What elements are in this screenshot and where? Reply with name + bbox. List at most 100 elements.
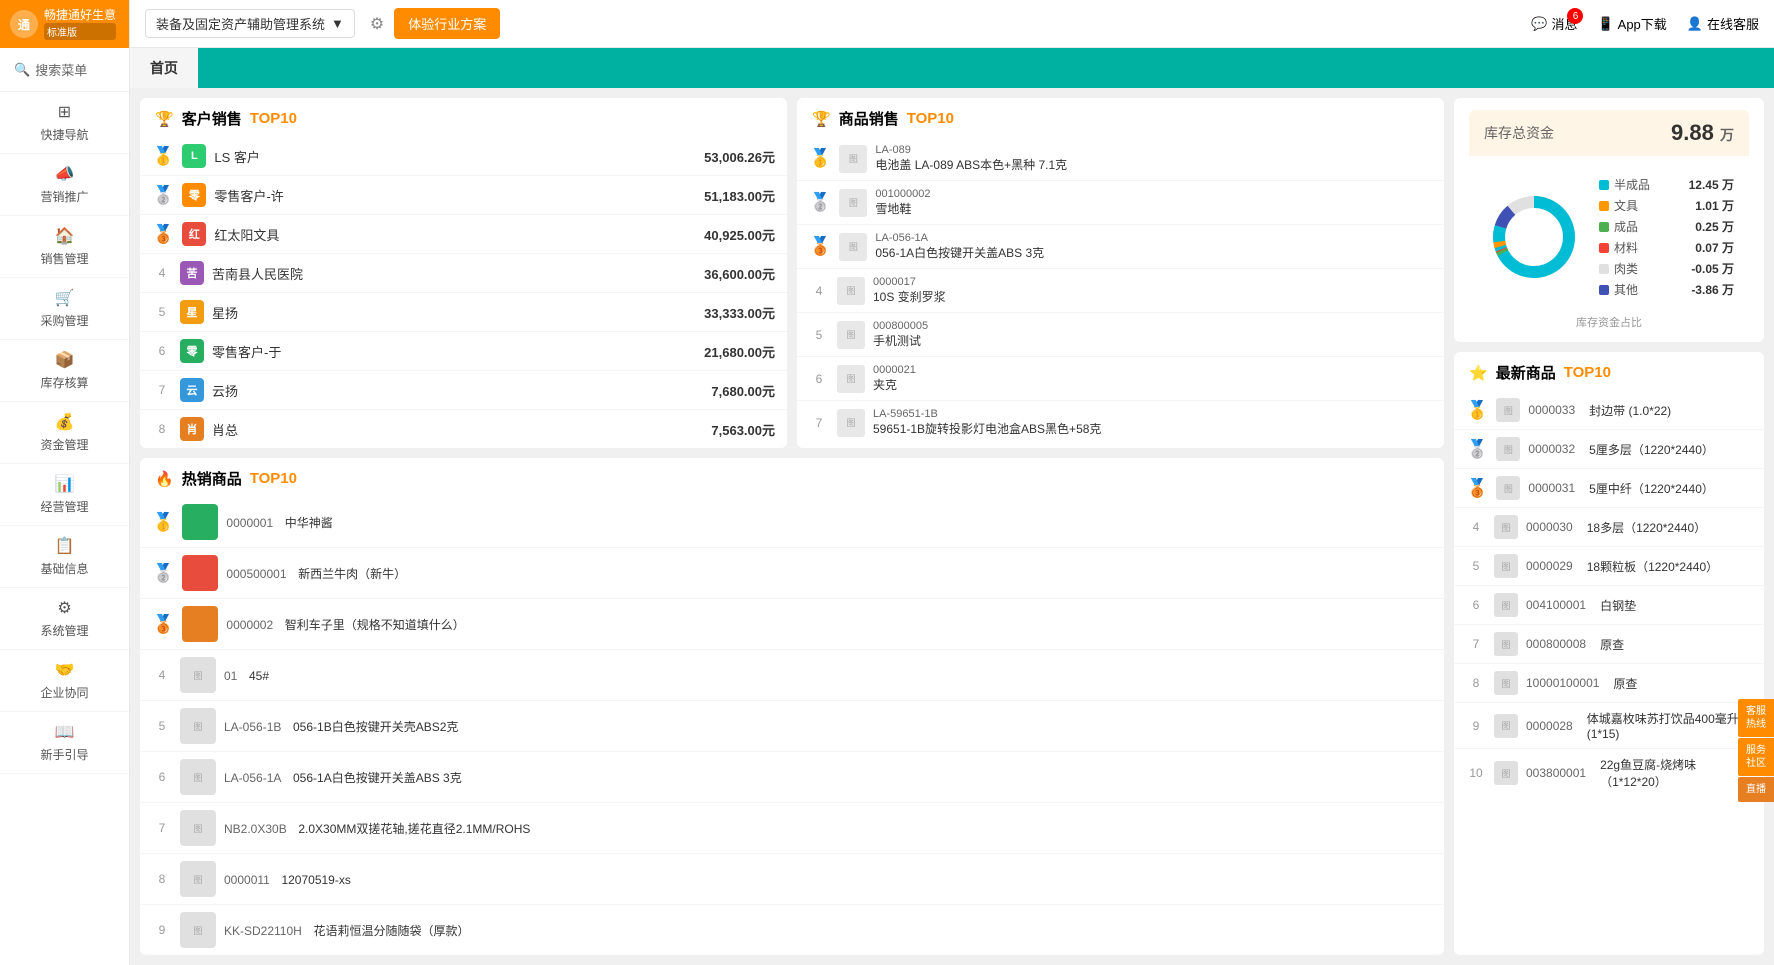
- medal-bronze-icon: 🥉: [809, 236, 831, 257]
- customer-amount: 21,680.00元: [704, 342, 775, 361]
- customer-avatar: 肖: [180, 417, 204, 441]
- customer-ranking-table: 🥇 L LS 客户 53,006.26元 🥈 零 零售客户-许 51,183.0…: [140, 137, 787, 448]
- sidebar-item-basic-info[interactable]: 📋 基础信息: [0, 526, 129, 588]
- rank-number: 8: [152, 872, 172, 886]
- customer-amount: 7,563.00元: [711, 420, 775, 439]
- customer-avatar: 星: [180, 300, 204, 324]
- sidebar-item-sales[interactable]: 🏠 销售管理: [0, 216, 129, 278]
- newest-product-name: 白钢垫: [1600, 597, 1752, 614]
- product-image-placeholder: 图: [180, 759, 216, 795]
- newest-product-row: 🥉 图 0000031 5厘中纤（1220*2440）: [1454, 469, 1764, 508]
- customer-ranking-row: 6 零 零售客户-于 21,680.00元: [140, 332, 787, 371]
- sidebar-item-quick-nav[interactable]: ⊞ 快捷导航: [0, 92, 129, 154]
- product-code: LA-056-1A: [875, 232, 1432, 244]
- product-image-placeholder: 图: [837, 409, 865, 437]
- legend-label: 文具: [1614, 197, 1690, 214]
- inventory-legend: 半成品 12.45 万 文具 1.01 万 成品 0.25 万 材料 0.07 …: [1599, 176, 1734, 298]
- product-sales-row: 🥈 图 001000002 雪地鞋: [797, 181, 1444, 225]
- rank-number: 6: [1466, 598, 1486, 612]
- newest-product-image: 图: [1494, 593, 1518, 617]
- rank-number: 9: [152, 923, 172, 937]
- system-selector[interactable]: 装备及固定资产辅助管理系统 ▼: [145, 9, 355, 38]
- float-service-btn-2[interactable]: 直播: [1738, 777, 1774, 802]
- customer-amount: 33,333.00元: [704, 303, 775, 322]
- legend-color-dot: [1599, 285, 1609, 295]
- product-thumbnail: [182, 606, 218, 642]
- hot-product-info: LA-056-1B 056-1B白色按键开关壳ABS2克: [224, 718, 1432, 735]
- message-action[interactable]: 💬 消息 6: [1531, 14, 1577, 33]
- customer-ranking-row: 🥉 红 红太阳文具 40,925.00元: [140, 215, 787, 254]
- inventory-icon: 📦: [55, 350, 75, 370]
- content-right: 库存总资金 9.88 万: [1454, 98, 1764, 955]
- hot-icon: 🔥: [155, 470, 174, 488]
- app-download-action[interactable]: 📱 App下载: [1597, 14, 1666, 33]
- customer-name: 红太阳文具: [214, 225, 696, 244]
- customer-ranking-title: 🏆 客户销售 TOP10: [140, 98, 787, 137]
- hot-product-code: LA-056-1B: [224, 720, 281, 734]
- hot-product-row: 🥈 000500001 新西兰牛肉（新牛）: [140, 548, 1444, 599]
- system-name: 装备及固定资产辅助管理系统: [156, 14, 325, 33]
- sidebar-search[interactable]: 🔍 搜索菜单: [0, 48, 129, 92]
- rank-number: 4: [1466, 520, 1486, 534]
- trial-button[interactable]: 体验行业方案: [394, 8, 500, 39]
- search-menu-button[interactable]: 🔍 搜索菜单: [8, 56, 121, 83]
- legend-color-dot: [1599, 180, 1609, 190]
- product-code: LA-089: [875, 144, 1432, 156]
- product-sales-row: 4 图 0000017 10S 变刹罗浆: [797, 269, 1444, 313]
- customer-avatar: 云: [180, 378, 204, 402]
- cooperation-icon: 🤝: [55, 660, 75, 680]
- product-name: 电池盖 LA-089 ABS本色+黑种 7.1克: [875, 156, 1432, 173]
- newest-products-rows: 🥇 图 0000033 封边带 (1.0*22) 🥈 图 0000032 5厘多…: [1454, 391, 1764, 797]
- top-panels: 🏆 客户销售 TOP10 🥇 L LS 客户 53,006.26元 🥈 零 零售…: [140, 98, 1444, 448]
- product-sales-title: 🏆 商品销售 TOP10: [797, 98, 1444, 137]
- hot-product-name: 中华神酱: [285, 516, 333, 530]
- customer-amount: 40,925.00元: [704, 225, 775, 244]
- customer-ranking-row: 7 云 云扬 7,680.00元: [140, 371, 787, 410]
- sidebar-item-inventory[interactable]: 📦 库存核算: [0, 340, 129, 402]
- newest-product-image: 图: [1496, 398, 1520, 422]
- phone-icon: 📱: [1597, 16, 1613, 32]
- gear-button[interactable]: ⚙: [370, 14, 384, 34]
- sidebar-item-system[interactable]: ⚙ 系统管理: [0, 588, 129, 650]
- sidebar-item-operations[interactable]: 📊 经营管理: [0, 464, 129, 526]
- sales-icon: 🏠: [55, 226, 75, 246]
- newest-product-row: 10 图 003800001 22g鱼豆腐-烧烤味（1*12*20）: [1454, 749, 1764, 797]
- legend-value: 12.45 万: [1689, 176, 1734, 193]
- customer-ranking-row: 4 苦 苦南县人民医院 36,600.00元: [140, 254, 787, 293]
- message-badge: 6: [1567, 8, 1583, 24]
- float-service-btn-0[interactable]: 客服热线: [1738, 699, 1774, 737]
- finance-icon: 💰: [55, 412, 75, 432]
- sidebar-item-marketing[interactable]: 📣 营销推广: [0, 154, 129, 216]
- product-image-placeholder: 图: [837, 365, 865, 393]
- service-action[interactable]: 👤 在线客服: [1687, 14, 1759, 33]
- float-service-btn-1[interactable]: 服务社区: [1738, 738, 1774, 776]
- legend-label: 其他: [1614, 281, 1686, 298]
- newest-product-row: 🥇 图 0000033 封边带 (1.0*22): [1454, 391, 1764, 430]
- product-info: LA-089 电池盖 LA-089 ABS本色+黑种 7.1克: [875, 144, 1432, 173]
- customer-amount: 7,680.00元: [711, 381, 775, 400]
- tab-home[interactable]: 首页: [130, 48, 198, 88]
- hot-product-name: 45#: [249, 669, 269, 683]
- sidebar-item-cooperation[interactable]: 🤝 企业协同: [0, 650, 129, 712]
- legend-label: 肉类: [1614, 260, 1686, 277]
- marketing-icon: 📣: [55, 164, 75, 184]
- product-code: LA-59651-1B: [873, 408, 1432, 420]
- sidebar-item-purchase[interactable]: 🛒 采购管理: [0, 278, 129, 340]
- newest-product-code: 0000030: [1526, 520, 1573, 534]
- newest-product-name: 体城嘉枚味苏打饮品400毫升 (1*15): [1587, 710, 1752, 741]
- product-name: 夹克: [873, 376, 1432, 393]
- medal-gold-icon: 🥇: [152, 512, 174, 533]
- legend-label: 半成品: [1614, 176, 1684, 193]
- newest-product-image: 图: [1496, 476, 1520, 500]
- hot-product-info: 0000001 中华神酱: [226, 514, 1432, 531]
- newest-product-name: 5厘中纤（1220*2440）: [1589, 480, 1752, 497]
- customer-ranking-row: 8 肖 肖总 7,563.00元: [140, 410, 787, 448]
- legend-value: -0.05 万: [1691, 260, 1734, 277]
- sidebar-item-finance[interactable]: 💰 资金管理: [0, 402, 129, 464]
- newest-product-image: 图: [1494, 671, 1518, 695]
- sidebar-item-guide[interactable]: 📖 新手引导: [0, 712, 129, 774]
- newest-product-row: 9 图 0000028 体城嘉枚味苏打饮品400毫升 (1*15): [1454, 703, 1764, 749]
- hot-product-name: 花语莉恒温分随随袋（厚款）: [313, 924, 469, 938]
- legend-value: -3.86 万: [1691, 281, 1734, 298]
- newest-product-code: 0000031: [1528, 481, 1575, 495]
